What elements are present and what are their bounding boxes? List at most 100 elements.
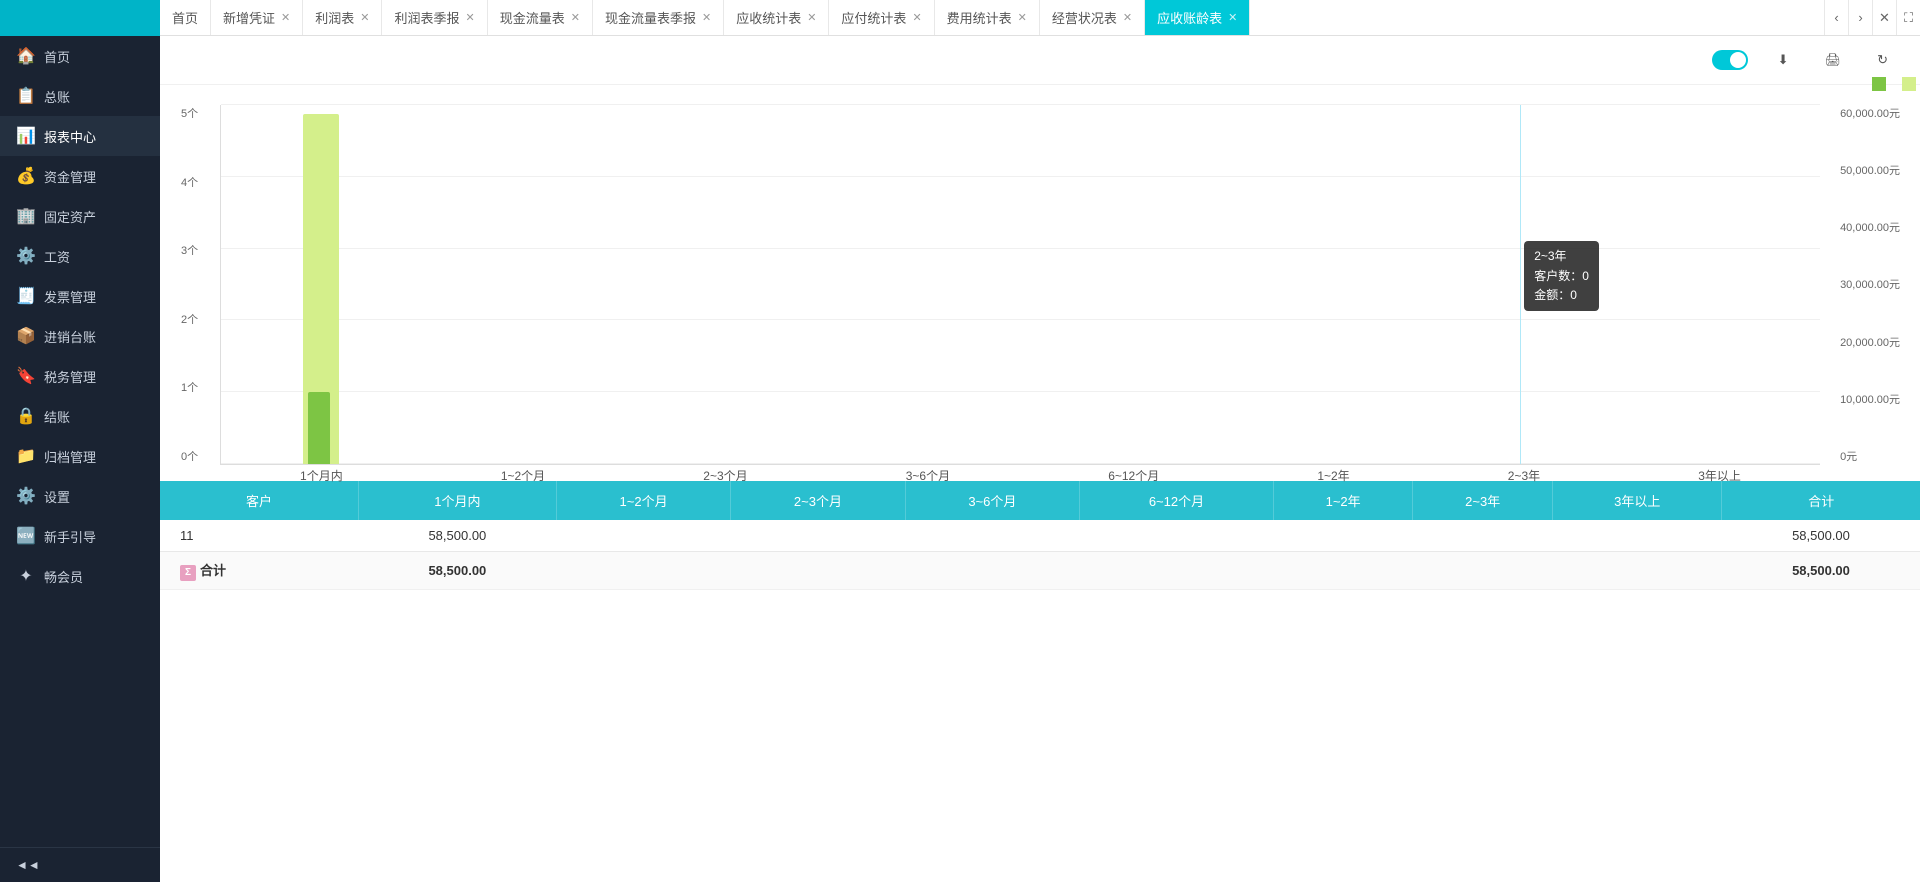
tab-voucher[interactable]: 新增凭证 ✕ <box>211 0 303 35</box>
chart-hover-line <box>1520 105 1521 464</box>
col-header-2~3年: 2~3年 <box>1413 481 1553 520</box>
tab-close-ap_stat[interactable]: ✕ <box>912 11 921 24</box>
tab-label-cashflow_q: 现金流量表季报 <box>605 8 696 27</box>
tab-close-cashflow_q[interactable]: ✕ <box>702 11 711 24</box>
chart-grid-line <box>221 248 1820 249</box>
legend-amount-dot <box>1902 77 1916 91</box>
y-axis-right: 0元10,000.00元20,000.00元30,000.00元40,000.0… <box>1840 105 1900 464</box>
chart-tooltip: 2~3年客户数：0金额：0 <box>1524 241 1599 311</box>
sidebar-label-tax: 税务管理 <box>44 367 96 386</box>
x-label: 1个月内 <box>300 467 343 484</box>
unpin-icon: ◄◄ <box>16 858 40 872</box>
tab-cashflow_q[interactable]: 现金流量表季报 ✕ <box>593 0 724 35</box>
total-cell-value <box>1413 552 1553 590</box>
col-header-1~2个月: 1~2个月 <box>556 481 730 520</box>
tab-close-profit_q[interactable]: ✕ <box>466 11 475 24</box>
sidebar-label-member: 畅会员 <box>44 567 83 586</box>
tab-expense[interactable]: 费用统计表✕ <box>935 0 1040 35</box>
chart-toggle[interactable] <box>1712 50 1748 70</box>
sidebar-icon-member: ✦ <box>16 566 36 586</box>
x-label: 6~12个月 <box>1108 467 1159 484</box>
col-header-1个月内: 1个月内 <box>358 481 556 520</box>
main-area: 首页新增凭证✕利润表✕利润表季报✕现金流量表✕现金流量表季报✕应收统计表✕应付统… <box>160 0 1920 882</box>
sidebar-icon-ledger: 📋 <box>16 86 36 106</box>
tab-label-profit_q: 利润表季报 <box>394 8 459 27</box>
sidebar: 🏠首页📋总账📊报表中心💰资金管理🏢固定资产⚙️工资🧾发票管理📦进销台账🔖税务管理… <box>0 0 160 882</box>
sidebar-item-home[interactable]: 🏠首页 <box>0 36 160 76</box>
tab-close-ar_stat[interactable]: ✕ <box>807 11 816 24</box>
tab-close-voucher[interactable]: ✕ <box>281 11 290 24</box>
tab-prev-button[interactable]: ‹ <box>1824 0 1848 36</box>
tab-label-biz: 经营状况表 <box>1052 8 1117 27</box>
tab-label-cashflow: 现金流量表 <box>500 8 565 27</box>
tab-home[interactable]: 首页 <box>160 0 211 35</box>
sidebar-icon-invoice: 🧾 <box>16 286 36 306</box>
cell-value <box>1080 520 1274 552</box>
tooltip-amount: 金额：0 <box>1534 286 1589 305</box>
col-header-2~3个月: 2~3个月 <box>731 481 905 520</box>
cell-value <box>1413 520 1553 552</box>
chart-legend <box>1872 77 1920 91</box>
tab-biz[interactable]: 经营状况表 ✕ <box>1040 0 1145 35</box>
tab-list: 首页新增凭证✕利润表✕利润表季报✕现金流量表✕现金流量表季报✕应收统计表✕应付统… <box>160 0 1824 35</box>
refresh-icon: ↻ <box>1877 52 1888 68</box>
x-label: 2~3年 <box>1508 467 1540 484</box>
tab-label-ap_stat: 应付统计表 <box>841 8 906 27</box>
sidebar-item-reports[interactable]: 📊报表中心 <box>0 116 160 156</box>
sidebar-item-salary[interactable]: ⚙️工资 <box>0 236 160 276</box>
legend-amount <box>1902 77 1920 91</box>
y-axis-left: 0个1个2个3个4个5个 <box>181 105 198 464</box>
tab-expand-button[interactable]: ⛶ <box>1896 0 1920 36</box>
tab-next-button[interactable]: › <box>1848 0 1872 36</box>
sidebar-icon-closing: 🔒 <box>16 406 36 426</box>
col-header-6~12个月: 6~12个月 <box>1080 481 1274 520</box>
sidebar-icon-funds: 💰 <box>16 166 36 186</box>
sidebar-item-settings[interactable]: ⚙️设置 <box>0 476 160 516</box>
sidebar-icon-home: 🏠 <box>16 46 36 66</box>
sidebar-item-invoice[interactable]: 🧾发票管理 <box>0 276 160 316</box>
table-body: 1158,500.0058,500.00Σ合计58,500.0058,500.0… <box>160 520 1920 590</box>
chart-grid-line <box>221 319 1820 320</box>
sidebar-item-tax[interactable]: 🔖税务管理 <box>0 356 160 396</box>
tab-close-ar_aging[interactable]: ✕ <box>1228 11 1237 24</box>
sidebar-item-ledger[interactable]: 📋总账 <box>0 76 160 116</box>
tab-ar_stat[interactable]: 应收统计表 ✕ <box>724 0 829 35</box>
tab-close-cashflow[interactable]: ✕ <box>571 11 580 24</box>
tab-cashflow[interactable]: 现金流量表 ✕ <box>488 0 593 35</box>
sidebar-item-archive[interactable]: 📁归档管理 <box>0 436 160 476</box>
tab-close-all-button[interactable]: ✕ <box>1872 0 1896 36</box>
sidebar-item-member[interactable]: ✦ 畅会员 <box>0 556 160 596</box>
sidebar-item-guide[interactable]: 🆕新手引导 <box>0 516 160 556</box>
total-cell-value <box>556 552 730 590</box>
total-cell-value <box>731 552 905 590</box>
cell-value: 58,500.00 <box>358 520 556 552</box>
refresh-button[interactable]: ↻ <box>1869 48 1900 72</box>
tab-close-biz[interactable]: ✕ <box>1123 11 1132 24</box>
sidebar-icon-archive: 📁 <box>16 446 36 466</box>
tab-label-ar_stat: 应收统计表 <box>736 8 801 27</box>
tab-label-voucher: 新增凭证 <box>223 8 275 27</box>
download-button[interactable]: ⬇ <box>1770 48 1801 72</box>
total-cell-label: Σ合计 <box>160 552 358 590</box>
total-cell-value <box>1080 552 1274 590</box>
sidebar-item-inventory[interactable]: 📦进销台账 <box>0 316 160 356</box>
tab-ar_aging[interactable]: 应收账龄表✕ <box>1145 0 1250 35</box>
tab-profit[interactable]: 利润表✕ <box>303 0 382 35</box>
print-button[interactable]: 🖨 <box>1817 48 1854 72</box>
sidebar-item-fixed[interactable]: 🏢固定资产 <box>0 196 160 236</box>
tab-ap_stat[interactable]: 应付统计表 ✕ <box>829 0 934 35</box>
tab-close-profit[interactable]: ✕ <box>360 11 369 24</box>
unpin-button[interactable]: ◄◄ <box>0 847 160 882</box>
legend-customer-count <box>1872 77 1890 91</box>
sidebar-item-closing[interactable]: 🔒 结账 <box>0 396 160 436</box>
sidebar-item-funds[interactable]: 💰资金管理 <box>0 156 160 196</box>
x-label: 3年以上 <box>1698 467 1741 484</box>
tab-profit_q[interactable]: 利润表季报 ✕ <box>382 0 487 35</box>
chart-grid-line <box>221 104 1820 105</box>
sidebar-label-closing: 结账 <box>44 407 70 426</box>
total-cell-value <box>1273 552 1413 590</box>
legend-customer-dot <box>1872 77 1886 91</box>
table-header: 客户1个月内1~2个月2~3个月3~6个月6~12个月1~2年2~3年3年以上合… <box>160 481 1920 520</box>
tab-close-expense[interactable]: ✕ <box>1018 11 1027 24</box>
print-icon: 🖨 <box>1825 52 1842 68</box>
